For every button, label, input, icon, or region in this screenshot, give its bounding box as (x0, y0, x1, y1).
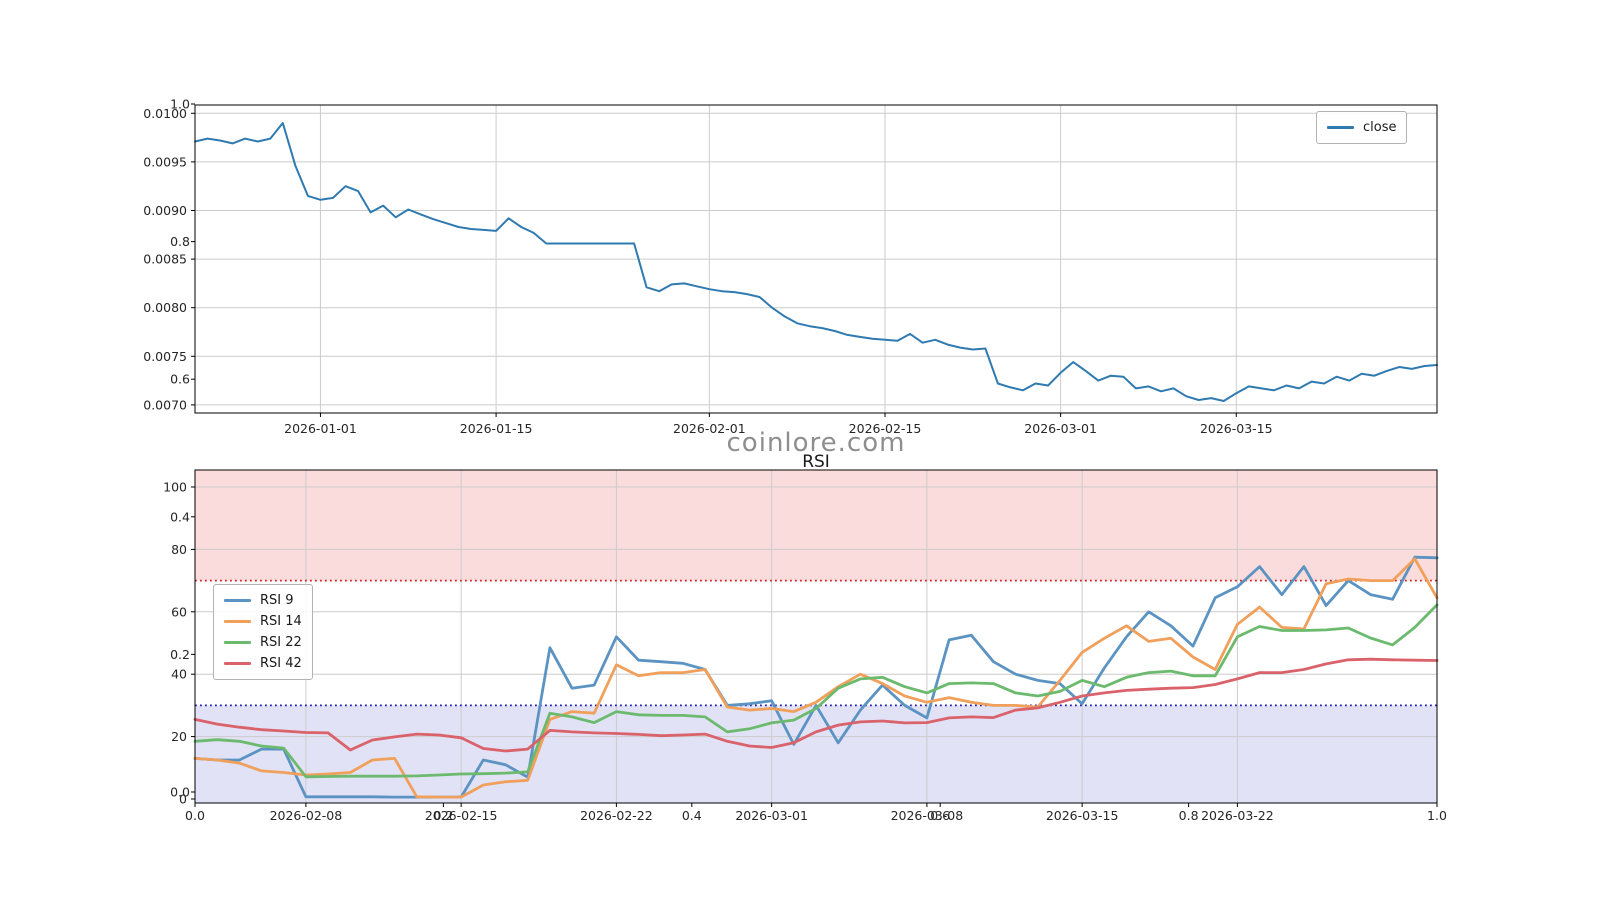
overlay-y-tick-label: 0.2 (170, 647, 190, 662)
y-tick-label: 0.0080 (143, 300, 187, 315)
oversold-band (195, 705, 1437, 803)
y-tick-label: 80 (171, 542, 187, 557)
x-tick-label: 2026-03-08 (891, 808, 964, 823)
y-tick-label: 20 (171, 729, 187, 744)
legend-item-close: close (1327, 117, 1396, 138)
y-tick-label: 0.0090 (143, 203, 187, 218)
overlay-x-tick-label: 0.6 (930, 808, 950, 823)
x-tick-label: 2026-02-15 (849, 421, 922, 436)
legend-label-rsi9: RSI 9 (260, 593, 294, 608)
rsi14-line-swatch (224, 620, 251, 623)
overlay-x-tick-label: 1.0 (1427, 808, 1447, 823)
overlay-y-tick-label: 0.6 (170, 372, 190, 387)
overlay-x-tick-label: 0.8 (1179, 808, 1199, 823)
x-tick-label: 2026-02-08 (270, 808, 343, 823)
overlay-y-tick-label: 0.8 (170, 234, 190, 249)
x-tick-label: 2026-03-22 (1201, 808, 1274, 823)
close-line-swatch (1327, 126, 1354, 129)
legend-item-rsi14: RSI 14 (224, 611, 302, 632)
x-tick-label: 2026-03-15 (1200, 421, 1273, 436)
legend-label-close: close (1363, 120, 1397, 135)
close-line (194, 122, 1438, 402)
y-tick-label: 100 (163, 480, 187, 495)
rsi-legend: RSI 9 RSI 14 RSI 22 RSI 42 (213, 584, 313, 680)
legend-label-rsi42: RSI 42 (260, 656, 302, 671)
x-tick-label: 2026-01-01 (284, 421, 357, 436)
overlay-y-tick-label: 0.0 (170, 785, 190, 800)
y-tick-label: 0.0095 (143, 154, 187, 169)
x-tick-label: 2026-01-15 (460, 421, 533, 436)
legend-label-rsi22: RSI 22 (260, 635, 302, 650)
y-tick-label: 40 (171, 667, 187, 682)
legend-item-rsi9: RSI 9 (224, 590, 302, 611)
chart-figure: 2026-01-01 2026-01-15 2026-02-01 2026-02-15… (0, 0, 1600, 900)
y-tick-label: 0.0070 (143, 397, 187, 412)
x-tick-label: 2026-02-22 (580, 808, 653, 823)
y-tick-label: 0.0085 (143, 252, 187, 267)
overlay-y-tick-label: 0.4 (170, 509, 190, 524)
overlay-x-tick-label: 0.0 (185, 808, 205, 823)
legend-item-rsi42: RSI 42 (224, 653, 302, 674)
y-tick-label: 60 (171, 604, 187, 619)
rsi22-line-swatch (224, 641, 251, 644)
x-tick-label: 2026-03-15 (1046, 808, 1119, 823)
overlay-x-tick-label: 0.2 (433, 808, 453, 823)
close-legend: close (1316, 111, 1408, 144)
x-tick-label: 2026-03-01 (735, 808, 808, 823)
rsi9-line-swatch (224, 599, 251, 602)
overlay-y-tick-label: 1.0 (170, 97, 190, 112)
legend-label-rsi14: RSI 14 (260, 614, 302, 629)
overlay-x-tick-label: 0.4 (682, 808, 702, 823)
legend-item-rsi22: RSI 22 (224, 632, 302, 653)
x-tick-label: 2026-03-01 (1024, 421, 1097, 436)
rsi42-line-swatch (224, 662, 251, 665)
x-tick-label: 2026-02-01 (673, 421, 746, 436)
y-tick-label: 0.0075 (143, 349, 187, 364)
